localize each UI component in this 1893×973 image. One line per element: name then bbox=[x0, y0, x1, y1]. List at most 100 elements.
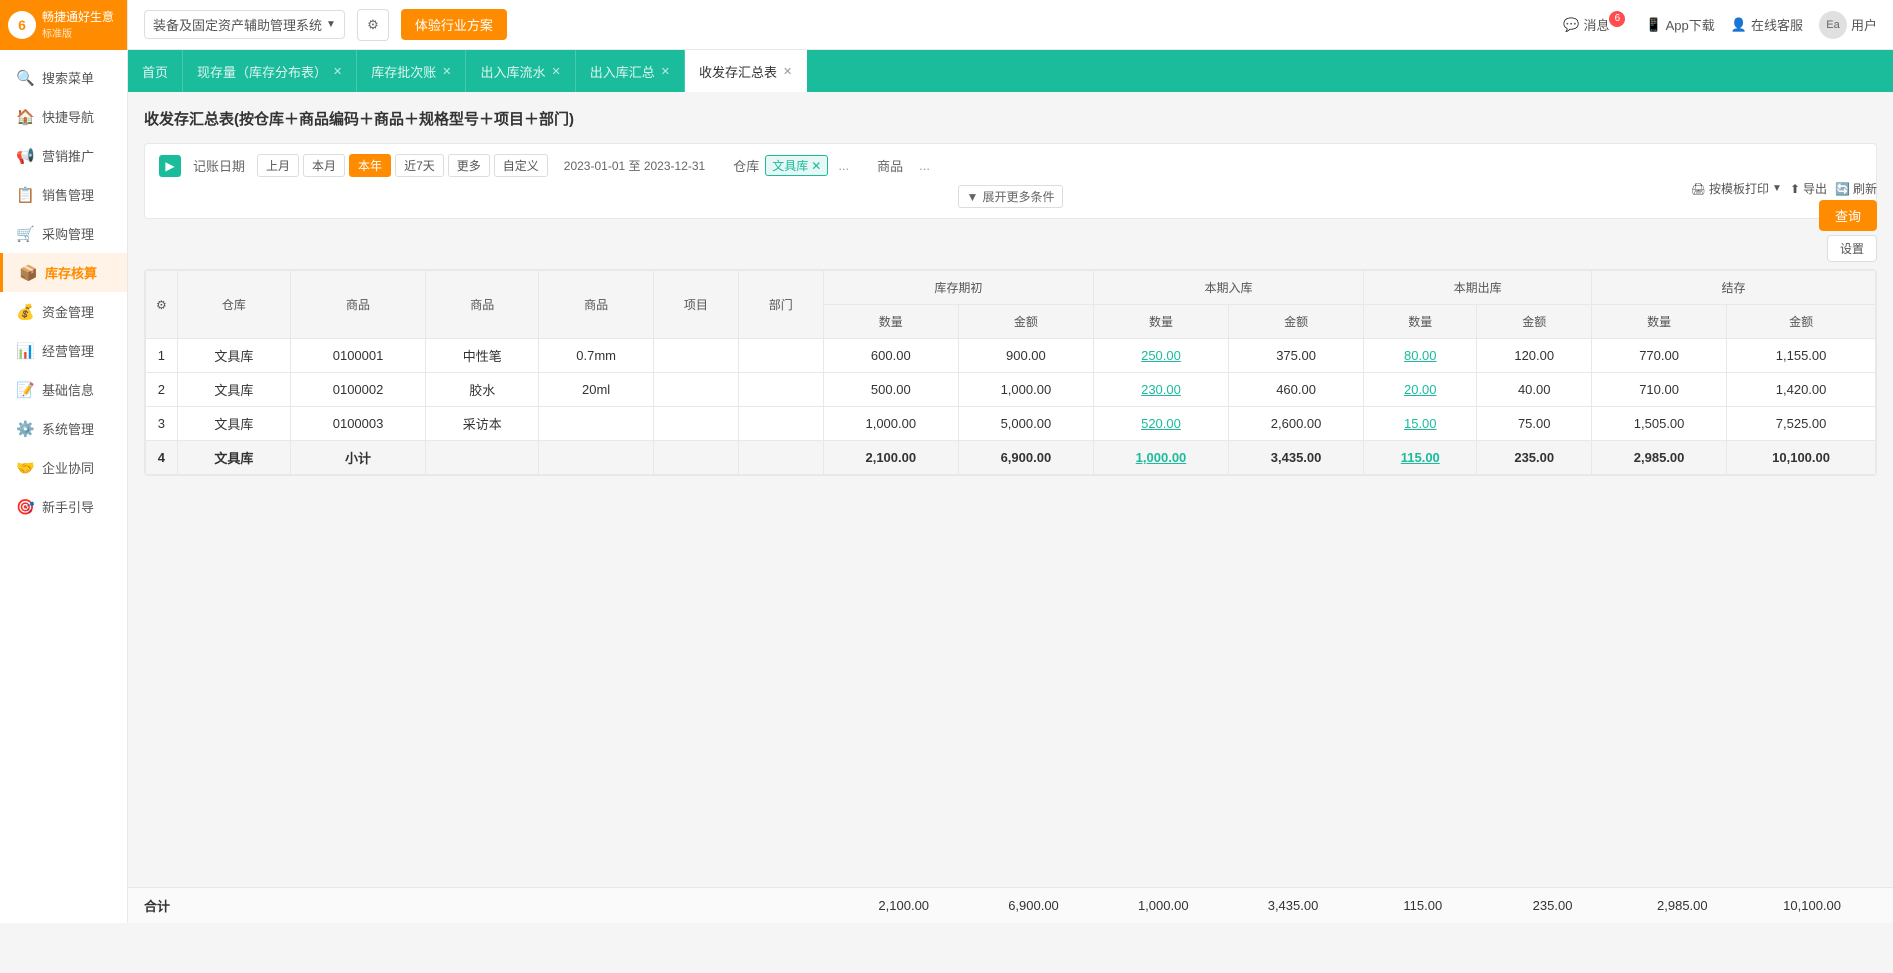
col-settings[interactable]: ⚙ bbox=[146, 271, 178, 339]
subtotal-row: 4 文具库 小计 2,100.00 6,900.00 1,000.00 3,43… bbox=[146, 441, 1876, 475]
date-btn-last-month[interactable]: 上月 bbox=[257, 154, 299, 177]
expand-conditions-button[interactable]: ▼ 展开更多条件 bbox=[958, 185, 1064, 208]
date-btn-this-month[interactable]: 本月 bbox=[303, 154, 345, 177]
app-title-select[interactable]: 装备及固定资产辅助管理系统 ▼ bbox=[144, 10, 345, 39]
tab-batch-close[interactable]: ✕ bbox=[442, 65, 451, 78]
print-label: 按模板打印 bbox=[1709, 180, 1769, 197]
footer-nums: 2,100.00 6,900.00 1,000.00 3,435.00 115.… bbox=[190, 898, 1877, 913]
refresh-label: 刷新 bbox=[1853, 180, 1877, 197]
online-service-button[interactable]: 👤 在线客服 bbox=[1731, 15, 1803, 34]
warehouse-tag-close[interactable]: ✕ bbox=[811, 159, 821, 173]
subtotal-balance-qty: 2,985.00 bbox=[1592, 441, 1727, 475]
print-button[interactable]: 🖨 按模板打印 ▼ bbox=[1691, 180, 1782, 197]
user-profile[interactable]: Ea 用户 bbox=[1819, 11, 1877, 39]
home-icon: 🏠 bbox=[16, 108, 34, 126]
avatar: Ea bbox=[1819, 11, 1847, 39]
row3-opening-qty: 1,000.00 bbox=[823, 407, 958, 441]
tab-inout-summary[interactable]: 出入库汇总 ✕ bbox=[576, 50, 685, 92]
sidebar-item-guide[interactable]: 🎯 新手引导 bbox=[0, 487, 127, 526]
tab-batch[interactable]: 库存批次账 ✕ bbox=[357, 50, 466, 92]
goods-dots[interactable]: ... bbox=[919, 158, 930, 173]
logo-text-block: 畅捷通好生意 标准版 bbox=[42, 10, 114, 41]
sidebar-item-operation[interactable]: 📊 经营管理 bbox=[0, 331, 127, 370]
main-area: 首页 现存量（库存分布表） ✕ 库存批次账 ✕ 出入库流水 ✕ 出入库汇总 ✕ … bbox=[128, 50, 1893, 923]
filter-bar: ▶ 记账日期 上月 本月 本年 近7天 更多 自定义 2023-01-01 至 … bbox=[144, 143, 1877, 219]
sidebar-item-label: 资金管理 bbox=[42, 302, 94, 321]
tab-recv-send-summary[interactable]: 收发存汇总表 ✕ bbox=[685, 50, 807, 92]
row2-balance-amt: 1,420.00 bbox=[1727, 373, 1876, 407]
date-btn-this-year[interactable]: 本年 bbox=[349, 154, 391, 177]
settings-button[interactable]: ⚙ bbox=[357, 9, 389, 41]
tab-inout-summary-close[interactable]: ✕ bbox=[661, 65, 670, 78]
user-label: 用户 bbox=[1851, 15, 1877, 34]
sidebar-item-label: 库存核算 bbox=[45, 263, 97, 282]
subtotal-opening-qty: 2,100.00 bbox=[823, 441, 958, 475]
tab-batch-label: 库存批次账 bbox=[371, 62, 436, 81]
row2-in-amt: 460.00 bbox=[1229, 373, 1364, 407]
sidebar-item-search[interactable]: 🔍 搜索菜单 bbox=[0, 58, 127, 97]
row1-out-qty[interactable]: 80.00 bbox=[1364, 339, 1477, 373]
sidebar-item-purchase[interactable]: 🛒 采购管理 bbox=[0, 214, 127, 253]
tab-home[interactable]: 首页 bbox=[128, 50, 183, 92]
tab-inout-flow[interactable]: 出入库流水 ✕ bbox=[466, 50, 575, 92]
export-button[interactable]: ⬆ 导出 bbox=[1790, 180, 1827, 197]
topbar: 装备及固定资产辅助管理系统 ▼ ⚙ 体验行业方案 💬 消息 6 📱 App下载 … bbox=[128, 0, 1893, 50]
row3-warehouse: 文具库 bbox=[177, 407, 290, 441]
row2-out-qty[interactable]: 20.00 bbox=[1364, 373, 1477, 407]
footer-in-amt: 3,435.00 bbox=[1228, 898, 1358, 913]
row3-out-qty[interactable]: 15.00 bbox=[1364, 407, 1477, 441]
subtotal-label: 小计 bbox=[290, 441, 425, 475]
row1-goods-code: 0100001 bbox=[290, 339, 425, 373]
filter-warehouse: 仓库 文具库 ✕ ... bbox=[733, 155, 849, 176]
sidebar-item-marketing[interactable]: 📢 营销推广 bbox=[0, 136, 127, 175]
message-button[interactable]: 💬 消息 6 bbox=[1563, 15, 1629, 34]
filter-collapse-button[interactable]: ▶ bbox=[159, 155, 181, 177]
filter-row-1: ▶ 记账日期 上月 本月 本年 近7天 更多 自定义 2023-01-01 至 … bbox=[159, 154, 1862, 177]
refresh-button[interactable]: 🔄 刷新 bbox=[1835, 180, 1877, 197]
row1-in-qty[interactable]: 250.00 bbox=[1093, 339, 1228, 373]
col-dept-header: 部门 bbox=[738, 271, 823, 339]
footer-opening-amt: 6,900.00 bbox=[969, 898, 1099, 913]
app-download-button[interactable]: 📱 App下载 bbox=[1645, 15, 1714, 34]
sidebar-item-system[interactable]: ⚙️ 系统管理 bbox=[0, 409, 127, 448]
table-settings-button[interactable]: 设置 bbox=[1827, 235, 1877, 262]
expand-label: 展开更多条件 bbox=[982, 188, 1054, 205]
date-btn-custom[interactable]: 自定义 bbox=[494, 154, 548, 177]
subtotal-no: 4 bbox=[146, 441, 178, 475]
row3-in-qty[interactable]: 520.00 bbox=[1093, 407, 1228, 441]
data-table: ⚙ 仓库 商品 商品 商品 项目 部门 库存期初 本期入库 本期出库 结存 数量 bbox=[144, 269, 1877, 476]
tab-inout-summary-label: 出入库汇总 bbox=[590, 62, 655, 81]
subtotal-warehouse: 文具库 bbox=[177, 441, 290, 475]
warehouse-more-dots[interactable]: ... bbox=[838, 158, 849, 173]
query-button[interactable]: 查询 bbox=[1819, 200, 1877, 231]
sidebar-item-sales[interactable]: 📋 销售管理 bbox=[0, 175, 127, 214]
trial-button[interactable]: 体验行业方案 bbox=[401, 9, 507, 40]
table-row: 1 文具库 0100001 中性笔 0.7mm 600.00 900.00 25… bbox=[146, 339, 1876, 373]
export-label: 导出 bbox=[1803, 180, 1827, 197]
warehouse-label: 仓库 bbox=[733, 156, 759, 175]
row3-goods-code: 0100003 bbox=[290, 407, 425, 441]
sidebar-item-inventory[interactable]: 📦 库存核算 bbox=[0, 253, 127, 292]
tab-inout-flow-close[interactable]: ✕ bbox=[552, 65, 561, 78]
tab-stock-dist-close[interactable]: ✕ bbox=[333, 65, 342, 78]
subtotal-balance-amt: 10,100.00 bbox=[1727, 441, 1876, 475]
date-btn-more[interactable]: 更多 bbox=[448, 154, 490, 177]
subtotal-out-qty[interactable]: 115.00 bbox=[1364, 441, 1477, 475]
inventory-icon: 📦 bbox=[19, 264, 37, 282]
sidebar-item-label: 企业协同 bbox=[42, 458, 94, 477]
date-btn-7days[interactable]: 近7天 bbox=[395, 154, 444, 177]
subtotal-in-qty[interactable]: 1,000.00 bbox=[1093, 441, 1228, 475]
sidebar-item-basic-info[interactable]: 📝 基础信息 bbox=[0, 370, 127, 409]
sidebar-item-finance[interactable]: 💰 资金管理 bbox=[0, 292, 127, 331]
sidebar-item-quick-nav[interactable]: 🏠 快捷导航 bbox=[0, 97, 127, 136]
tab-stock-dist[interactable]: 现存量（库存分布表） ✕ bbox=[183, 50, 357, 92]
topbar-right: 💬 消息 6 📱 App下载 👤 在线客服 Ea 用户 bbox=[1563, 11, 1877, 39]
tab-recv-send-summary-label: 收发存汇总表 bbox=[699, 62, 777, 81]
row2-in-qty[interactable]: 230.00 bbox=[1093, 373, 1228, 407]
row3-no: 3 bbox=[146, 407, 178, 441]
sidebar-item-enterprise[interactable]: 🤝 企业协同 bbox=[0, 448, 127, 487]
tab-recv-send-summary-close[interactable]: ✕ bbox=[783, 65, 792, 78]
footer-total-label: 合计 bbox=[144, 896, 170, 915]
row3-in-amt: 2,600.00 bbox=[1229, 407, 1364, 441]
row1-in-amt: 375.00 bbox=[1229, 339, 1364, 373]
